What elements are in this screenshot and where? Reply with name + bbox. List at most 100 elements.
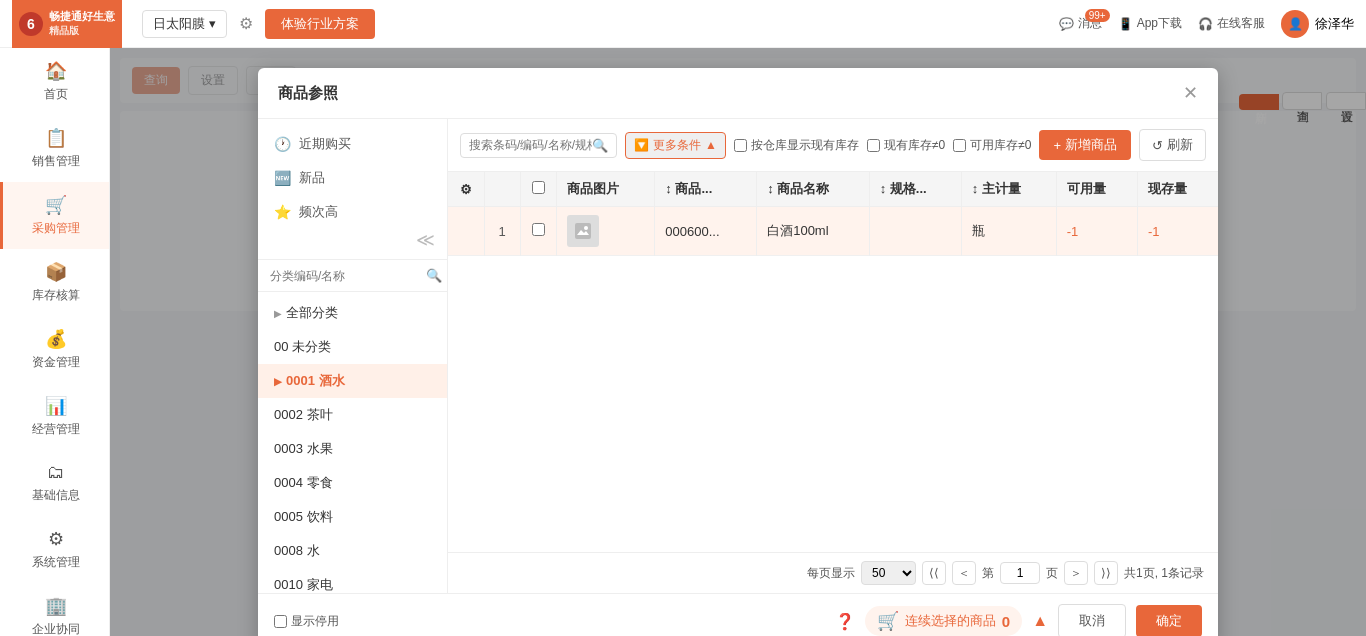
category-arrow-icon: ▶ (274, 308, 282, 319)
message-item[interactable]: 💬 消息 99+ (1059, 15, 1102, 32)
filter-label: 更多条件 (653, 137, 701, 154)
th-settings[interactable]: ⚙ (448, 172, 484, 207)
sidebar-item-sales[interactable]: 📋 销售管理 (0, 115, 109, 182)
tab-recent-purchase[interactable]: 🕐 近期购买 (258, 127, 447, 161)
page-word: 第 (982, 565, 994, 582)
modal-body: 🕐 近期购买 🆕 新品 ⭐ 频次高 (258, 119, 1218, 593)
help-icon[interactable]: ❓ (835, 612, 855, 631)
sidebar-item-operation[interactable]: 📊 经营管理 (0, 383, 109, 450)
settings-icon[interactable]: ⚙ (239, 14, 253, 33)
tab-new-products[interactable]: 🆕 新品 (258, 161, 447, 195)
category-item-0005[interactable]: 0005 饮料 (258, 500, 447, 534)
th-name[interactable]: ↕ 商品名称 (757, 172, 870, 207)
td-checkbox[interactable] (520, 207, 556, 256)
sidebar-item-finance[interactable]: 💰 资金管理 (0, 316, 109, 383)
sidebar: 🏠 首页 📋 销售管理 🛒 采购管理 📦 库存核算 💰 资金管理 📊 经营管理 … (0, 48, 110, 636)
logo-icon: 6 (19, 12, 43, 36)
sidebar-item-label: 首页 (44, 86, 68, 103)
cart-area: 🛒 连续选择的商品 0 (865, 606, 1022, 636)
sidebar-item-label: 企业协同 (32, 621, 80, 636)
show-disabled-checkbox[interactable]: 显示停用 (274, 613, 339, 630)
th-checkbox[interactable] (520, 172, 556, 207)
new-icon: 🆕 (274, 170, 291, 186)
collapse-panel-icon[interactable]: ≪ (416, 229, 435, 251)
sidebar-item-label: 基础信息 (32, 487, 80, 504)
available-ne0-checkbox[interactable]: 可用库存≠0 (953, 137, 1031, 154)
more-filter-button[interactable]: 🔽 更多条件 ▲ (625, 132, 726, 159)
show-disabled-label: 显示停用 (291, 613, 339, 630)
category-search-input[interactable] (270, 269, 420, 283)
product-search-input[interactable] (469, 138, 592, 152)
stock-ne0-checkbox[interactable]: 现有库存≠0 (867, 137, 945, 154)
phone-icon: 📱 (1118, 17, 1133, 31)
category-item-0008[interactable]: 0008 水 (258, 534, 447, 568)
svg-rect-0 (575, 223, 591, 239)
category-search-bar: 🔍 (258, 260, 447, 292)
experience-btn[interactable]: 体验行业方案 (265, 9, 375, 39)
online-service-item[interactable]: 🎧 在线客服 (1198, 15, 1265, 32)
category-item-0002[interactable]: 0002 茶叶 (258, 398, 447, 432)
th-code[interactable]: ↕ 商品... (655, 172, 757, 207)
footer-collapse-icon[interactable]: ▲ (1032, 612, 1048, 630)
sidebar-item-inventory[interactable]: 📦 库存核算 (0, 249, 109, 316)
sidebar-item-enterprise[interactable]: 🏢 企业协同 (0, 583, 109, 636)
th-available: 可用量 (1056, 172, 1137, 207)
refresh-button[interactable]: ↺ 刷新 (1139, 129, 1206, 161)
enterprise-icon: 🏢 (45, 595, 67, 617)
category-search-icon[interactable]: 🔍 (426, 268, 442, 283)
product-thumbnail (567, 215, 599, 247)
left-panel: 🕐 近期购买 🆕 新品 ⭐ 频次高 (258, 119, 448, 593)
modal-header: 商品参照 ✕ (258, 68, 1218, 119)
first-page-btn[interactable]: ⟨⟨ (922, 561, 946, 585)
sidebar-item-basic[interactable]: 🗂 基础信息 (0, 450, 109, 516)
add-product-label: 新增商品 (1065, 136, 1117, 154)
product-table-wrap: ⚙ 商品图片 ↕ 商品... ↕ 商品名称 (448, 172, 1218, 552)
warehouse-display-checkbox[interactable]: 按仓库显示现有库存 (734, 137, 859, 154)
top-nav-right: 💬 消息 99+ 📱 App下载 🎧 在线客服 👤 徐泽华 (1059, 10, 1354, 38)
category-item-0004[interactable]: 0004 零食 (258, 466, 447, 500)
finance-icon: 💰 (45, 328, 67, 350)
per-page-label: 每页显示 (807, 565, 855, 582)
category-item-all[interactable]: ▶ 全部分类 (258, 296, 447, 330)
message-badge: 99+ (1085, 9, 1110, 22)
modal-close-button[interactable]: ✕ (1183, 82, 1198, 104)
next-page-btn[interactable]: ＞ (1064, 561, 1088, 585)
sidebar-item-label: 系统管理 (32, 554, 80, 571)
content-area: 查询 设置 刷新 刷新 查询 设置 商品参照 ✕ (110, 48, 1366, 636)
page-label: 页 (1046, 565, 1058, 582)
basic-icon: 🗂 (47, 462, 65, 483)
prev-page-btn[interactable]: ＜ (952, 561, 976, 585)
td-spec (869, 207, 961, 256)
category-item-00[interactable]: 00 未分类 (258, 330, 447, 364)
avatar: 👤 (1281, 10, 1309, 38)
td-code: 000600... (655, 207, 757, 256)
per-page-select[interactable]: 50 100 (861, 561, 916, 585)
sidebar-item-label: 资金管理 (32, 354, 80, 371)
category-item-0003[interactable]: 0003 水果 (258, 432, 447, 466)
th-image: 商品图片 (556, 172, 655, 207)
sidebar-item-purchase[interactable]: 🛒 采购管理 (0, 182, 109, 249)
th-spec[interactable]: ↕ 规格... (869, 172, 961, 207)
total-info: 共1页, 1条记录 (1124, 565, 1204, 582)
sidebar-item-label: 采购管理 (32, 220, 80, 237)
sidebar-item-home[interactable]: 🏠 首页 (0, 48, 109, 115)
tab-frequent[interactable]: ⭐ 频次高 (258, 195, 447, 229)
table-row[interactable]: 1 000600... 白酒100ml (448, 207, 1218, 256)
app-download-item[interactable]: 📱 App下载 (1118, 15, 1182, 32)
confirm-button[interactable]: 确定 (1136, 605, 1202, 636)
store-selector[interactable]: 日太阳膜 ▾ (142, 10, 227, 38)
category-item-0010[interactable]: 0010 家电 (258, 568, 447, 593)
add-product-button[interactable]: + 新增商品 (1039, 130, 1131, 160)
top-navigation: 6 畅捷通好生意 精品版 日太阳膜 ▾ ⚙ 体验行业方案 💬 消息 99+ 📱 … (0, 0, 1366, 48)
search-submit-icon[interactable]: 🔍 (592, 138, 608, 153)
cancel-button[interactable]: 取消 (1058, 604, 1126, 636)
last-page-btn[interactable]: ⟩⟩ (1094, 561, 1118, 585)
td-num: 1 (484, 207, 520, 256)
th-unit[interactable]: ↕ 主计量 (961, 172, 1056, 207)
user-avatar-area[interactable]: 👤 徐泽华 (1281, 10, 1354, 38)
sidebar-item-system[interactable]: ⚙ 系统管理 (0, 516, 109, 583)
page-number-input[interactable] (1000, 562, 1040, 584)
category-item-0001[interactable]: ▶ 0001 酒水 (258, 364, 447, 398)
th-num (484, 172, 520, 207)
system-icon: ⚙ (48, 528, 64, 550)
